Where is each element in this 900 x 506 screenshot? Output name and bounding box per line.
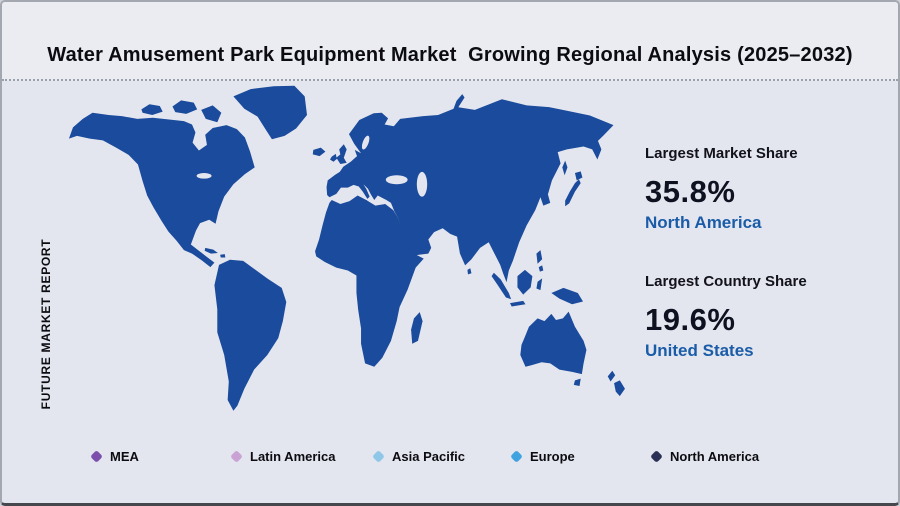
south-america-shape bbox=[214, 259, 287, 411]
infographic-frame: Water Amusement Park Equipment Market Gr… bbox=[0, 0, 900, 506]
map-land bbox=[68, 85, 625, 411]
brand-vertical-label: FUTURE MARKET REPORT bbox=[39, 238, 53, 410]
stats-panel: Largest Market Share 35.8% North America… bbox=[645, 145, 890, 361]
legend-dot-north-america bbox=[650, 450, 663, 463]
greenland-shape bbox=[233, 85, 307, 140]
legend-label: North America bbox=[670, 449, 760, 464]
stat-largest-country-share: Largest Country Share 19.6% United State… bbox=[645, 273, 890, 361]
legend-label: Europe bbox=[530, 449, 575, 464]
legend-dot-latin-america bbox=[230, 450, 243, 463]
infographic-canvas: Water Amusement Park Equipment Market Gr… bbox=[0, 0, 900, 506]
stat-region: North America bbox=[645, 213, 762, 232]
japan-sakhalin-shape bbox=[562, 160, 583, 207]
australia-shape bbox=[520, 311, 587, 386]
legend-item-latin-america: Latin America bbox=[230, 449, 336, 464]
stat-label: Largest Country Share bbox=[645, 273, 807, 290]
stat-value: 19.6% bbox=[645, 302, 736, 337]
stat-largest-market-share: Largest Market Share 35.8% North America bbox=[645, 145, 890, 233]
caspian-sea-shape bbox=[416, 171, 428, 197]
iceland-shape bbox=[312, 147, 326, 157]
legend-item-europe: Europe bbox=[510, 449, 575, 464]
header: Water Amusement Park Equipment Market Gr… bbox=[2, 2, 898, 81]
stat-region: United States bbox=[645, 341, 754, 360]
stat-value: 35.8% bbox=[645, 174, 736, 209]
world-map bbox=[68, 85, 625, 411]
legend-label: Latin America bbox=[250, 449, 336, 464]
legend-dot-mea bbox=[90, 450, 103, 463]
legend-item-asia-pacific: Asia Pacific bbox=[372, 449, 465, 464]
legend-label: Asia Pacific bbox=[392, 449, 465, 464]
madagascar-shape bbox=[411, 312, 423, 344]
legend-item-north-america: North America bbox=[650, 449, 760, 464]
legend-dot-asia-pacific bbox=[372, 450, 385, 463]
uk-ireland-shape bbox=[330, 144, 347, 164]
legend-label: MEA bbox=[110, 449, 139, 464]
great-lakes-shape bbox=[196, 173, 212, 179]
black-sea-shape bbox=[385, 175, 408, 185]
new-zealand-shape bbox=[607, 370, 625, 397]
caribbean-shape bbox=[204, 247, 226, 258]
legend-dot-europe bbox=[510, 450, 523, 463]
page-title: Water Amusement Park Equipment Market Gr… bbox=[47, 44, 853, 66]
legend-item-mea: MEA bbox=[90, 449, 139, 464]
stat-label: Largest Market Share bbox=[645, 145, 798, 162]
north-america-shape bbox=[68, 112, 255, 268]
sri-lanka-shape bbox=[467, 268, 472, 275]
